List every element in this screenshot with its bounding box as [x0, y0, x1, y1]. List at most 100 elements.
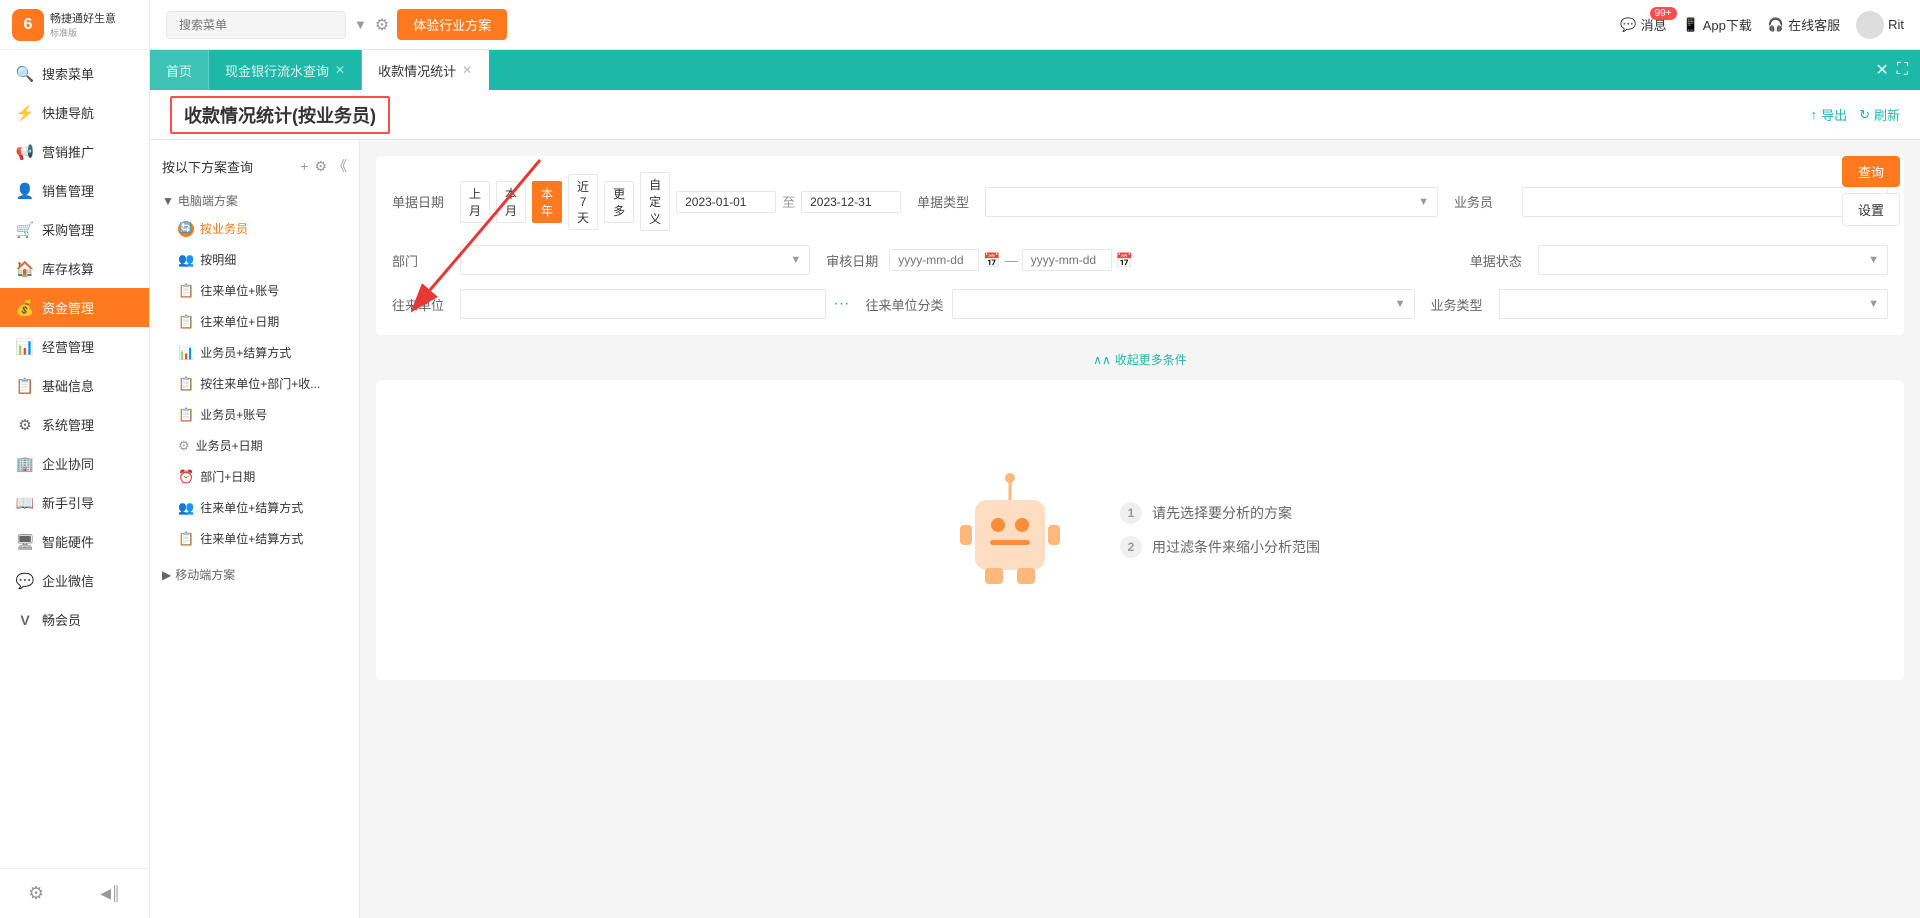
scheme-item-partner-account[interactable]: 📋 往来单位+账号 — [150, 275, 359, 306]
date-from-input[interactable] — [676, 191, 776, 213]
scheme-item-salesperson-date[interactable]: ⚙ 业务员+日期 — [150, 430, 359, 461]
voucher-status-arrow-icon: ▼ — [1868, 254, 1879, 266]
query-button[interactable]: 查询 — [1842, 156, 1900, 187]
scheme-item-partner-date[interactable]: 📋 往来单位+日期 — [150, 306, 359, 337]
sales-icon: 👤 — [16, 182, 34, 200]
app-download-icon: 📱 — [1683, 17, 1699, 33]
scheme-section-mobile: ▶ 移动端方案 — [150, 558, 359, 591]
online-service-btn[interactable]: 🎧 在线客服 — [1768, 15, 1840, 34]
calendar-to-icon[interactable]: 📅 — [1116, 252, 1133, 269]
sidebar-item-hardware[interactable]: 🖥 智能硬件 — [0, 522, 149, 561]
scheme-header: 按以下方案查询 + ⚙ 《 — [150, 148, 359, 184]
header-actions: ↑ 导出 ↻ 刷新 — [1811, 105, 1900, 124]
sidebar-item-sales[interactable]: 👤 销售管理 — [0, 171, 149, 210]
sidebar-bottom: ⚙ ◀║ — [0, 868, 149, 918]
sidebar-item-search[interactable]: 🔍 搜索菜单 — [0, 54, 149, 93]
logo-icon: 6 — [12, 9, 44, 41]
date-to-input[interactable] — [801, 191, 901, 213]
review-date-from-input[interactable] — [889, 249, 979, 271]
sidebar-item-operations[interactable]: 📊 经营管理 — [0, 327, 149, 366]
member-icon: V — [16, 611, 34, 629]
date-btn-more[interactable]: 更多 — [604, 181, 634, 223]
search-menu-input[interactable] — [166, 11, 346, 39]
filter-item-review-date: 审核日期 📅 — 📅 — [826, 249, 1453, 271]
user-area[interactable]: Rit — [1856, 11, 1904, 39]
scheme-item-icon-salesperson: 🔄 — [178, 221, 194, 237]
sidebar-item-inventory[interactable]: 🏠 库存核算 — [0, 249, 149, 288]
close-window-icon[interactable]: ✕ — [1875, 60, 1888, 80]
quick-nav-icon: ⚡ — [16, 104, 34, 122]
main-area: ▼ ⚙ 体验行业方案 💬 消息 99+ 📱 App下载 🎧 在线客服 Rit — [150, 0, 1920, 918]
scheme-item-by-detail[interactable]: 👥 按明细 — [150, 244, 359, 275]
date-btn-this-year[interactable]: 本年 — [532, 181, 562, 223]
dropdown-arrow-icon[interactable]: ▼ — [354, 17, 367, 32]
scheme-item-partner-settlement1[interactable]: 👥 往来单位+结算方式 — [150, 492, 359, 523]
business-type-select[interactable]: ▼ — [1499, 289, 1889, 319]
voucher-status-select[interactable]: ▼ — [1538, 245, 1888, 275]
maximize-icon[interactable]: ⛶ — [1897, 61, 1908, 79]
search-icon: 🔍 — [16, 65, 34, 83]
app-download-btn[interactable]: 📱 App下载 — [1683, 15, 1752, 34]
content-area: 按以下方案查询 + ⚙ 《 ▼ 电脑端方案 🔄 按业务员 👥 — [150, 140, 1920, 918]
chevron-down-icon: ▼ — [162, 194, 174, 208]
export-button[interactable]: ↑ 导出 — [1811, 105, 1848, 124]
sidebar-item-guide[interactable]: 📖 新手引导 — [0, 483, 149, 522]
scheme-item-salesperson-settlement[interactable]: 📊 业务员+结算方式 — [150, 337, 359, 368]
system-icon: ⚙ — [16, 416, 34, 434]
tab-home[interactable]: 首页 — [150, 50, 209, 90]
scheme-settings-btn[interactable]: ⚙ — [314, 158, 327, 175]
review-date-sep: — — [1005, 253, 1018, 268]
tab-collection-stats[interactable]: 收款情况统计 ✕ — [362, 50, 489, 90]
sidebar-item-system[interactable]: ⚙ 系统管理 — [0, 405, 149, 444]
filter-item-voucher-status: 单据状态 ▼ — [1470, 245, 1888, 275]
settings-bottom-icon[interactable]: ⚙ — [24, 879, 48, 908]
topbar: ▼ ⚙ 体验行业方案 💬 消息 99+ 📱 App下载 🎧 在线客服 Rit — [150, 0, 1920, 50]
scheme-item-by-salesperson[interactable]: 🔄 按业务员 — [150, 213, 359, 244]
scheme-item-partner-dept-collection[interactable]: 📋 按往来单位+部门+收... — [150, 368, 359, 399]
refresh-button[interactable]: ↻ 刷新 — [1859, 105, 1900, 124]
scheme-item-partner-settlement2[interactable]: 📋 往来单位+结算方式 — [150, 523, 359, 554]
review-date-to-input[interactable] — [1022, 249, 1112, 271]
filter-settings-button[interactable]: 设置 — [1842, 193, 1900, 226]
voucher-type-select[interactable]: ▼ — [985, 187, 1438, 217]
sidebar-item-enterprise[interactable]: 🏢 企业协同 — [0, 444, 149, 483]
sidebar-item-member[interactable]: V 畅会员 — [0, 600, 149, 639]
calendar-from-icon[interactable]: 📅 — [983, 252, 1000, 269]
tab-close-collection-stats[interactable]: ✕ — [462, 63, 472, 77]
tab-bank-flow[interactable]: 现金银行流水查询 ✕ — [209, 50, 362, 90]
collapse-sidebar-icon[interactable]: ◀║ — [96, 881, 125, 906]
dept-select[interactable]: ▼ — [460, 245, 810, 275]
add-scheme-btn[interactable]: + — [300, 158, 308, 174]
salesperson-select[interactable]: ··· — [1522, 187, 1888, 217]
date-btn-7days[interactable]: 近7天 — [568, 174, 598, 230]
tab-close-bank-flow[interactable]: ✕ — [335, 63, 345, 77]
scheme-item-salesperson-account[interactable]: 📋 业务员+账号 — [150, 399, 359, 430]
voucher-status-label: 单据状态 — [1470, 251, 1530, 270]
trial-button[interactable]: 体验行业方案 — [397, 9, 507, 40]
date-btn-custom[interactable]: 自定义 — [640, 172, 670, 231]
date-btn-last-month[interactable]: 上月 — [460, 181, 490, 223]
scheme-collapse-btn[interactable]: 《 — [333, 156, 347, 176]
partner-input[interactable] — [460, 289, 826, 319]
messages-btn[interactable]: 💬 消息 99+ — [1620, 15, 1666, 34]
sidebar-item-marketing[interactable]: 📢 营销推广 — [0, 132, 149, 171]
collapse-filter-btn[interactable]: ∧∧ 收起更多条件 — [376, 343, 1904, 376]
partner-category-select[interactable]: ▼ — [952, 289, 1415, 319]
scheme-item-icon-partner-account: 📋 — [178, 283, 194, 299]
scheme-section-mobile-title[interactable]: ▶ 移动端方案 — [150, 562, 359, 587]
partner-dots-icon[interactable]: ··· — [834, 295, 850, 313]
scheme-header-actions: + ⚙ 《 — [300, 156, 347, 176]
topbar-gear-icon[interactable]: ⚙ — [375, 15, 389, 35]
sidebar-item-finance[interactable]: 💰 资金管理 — [0, 288, 149, 327]
sidebar-item-quick-nav[interactable]: ⚡ 快捷导航 — [0, 93, 149, 132]
basic-info-icon: 📋 — [16, 377, 34, 395]
date-btn-this-month[interactable]: 本月 — [496, 181, 526, 223]
hardware-icon: 🖥 — [16, 533, 34, 551]
scheme-item-dept-date[interactable]: ⏰ 部门+日期 — [150, 461, 359, 492]
sidebar-item-wechat[interactable]: 💬 企业微信 — [0, 561, 149, 600]
sidebar-item-purchase[interactable]: 🛒 采购管理 — [0, 210, 149, 249]
step-num-1: 1 — [1120, 502, 1142, 524]
scheme-section-desktop-title[interactable]: ▼ 电脑端方案 — [150, 188, 359, 213]
sidebar-item-basic-info[interactable]: 📋 基础信息 — [0, 366, 149, 405]
voucher-type-label: 单据类型 — [917, 192, 977, 211]
